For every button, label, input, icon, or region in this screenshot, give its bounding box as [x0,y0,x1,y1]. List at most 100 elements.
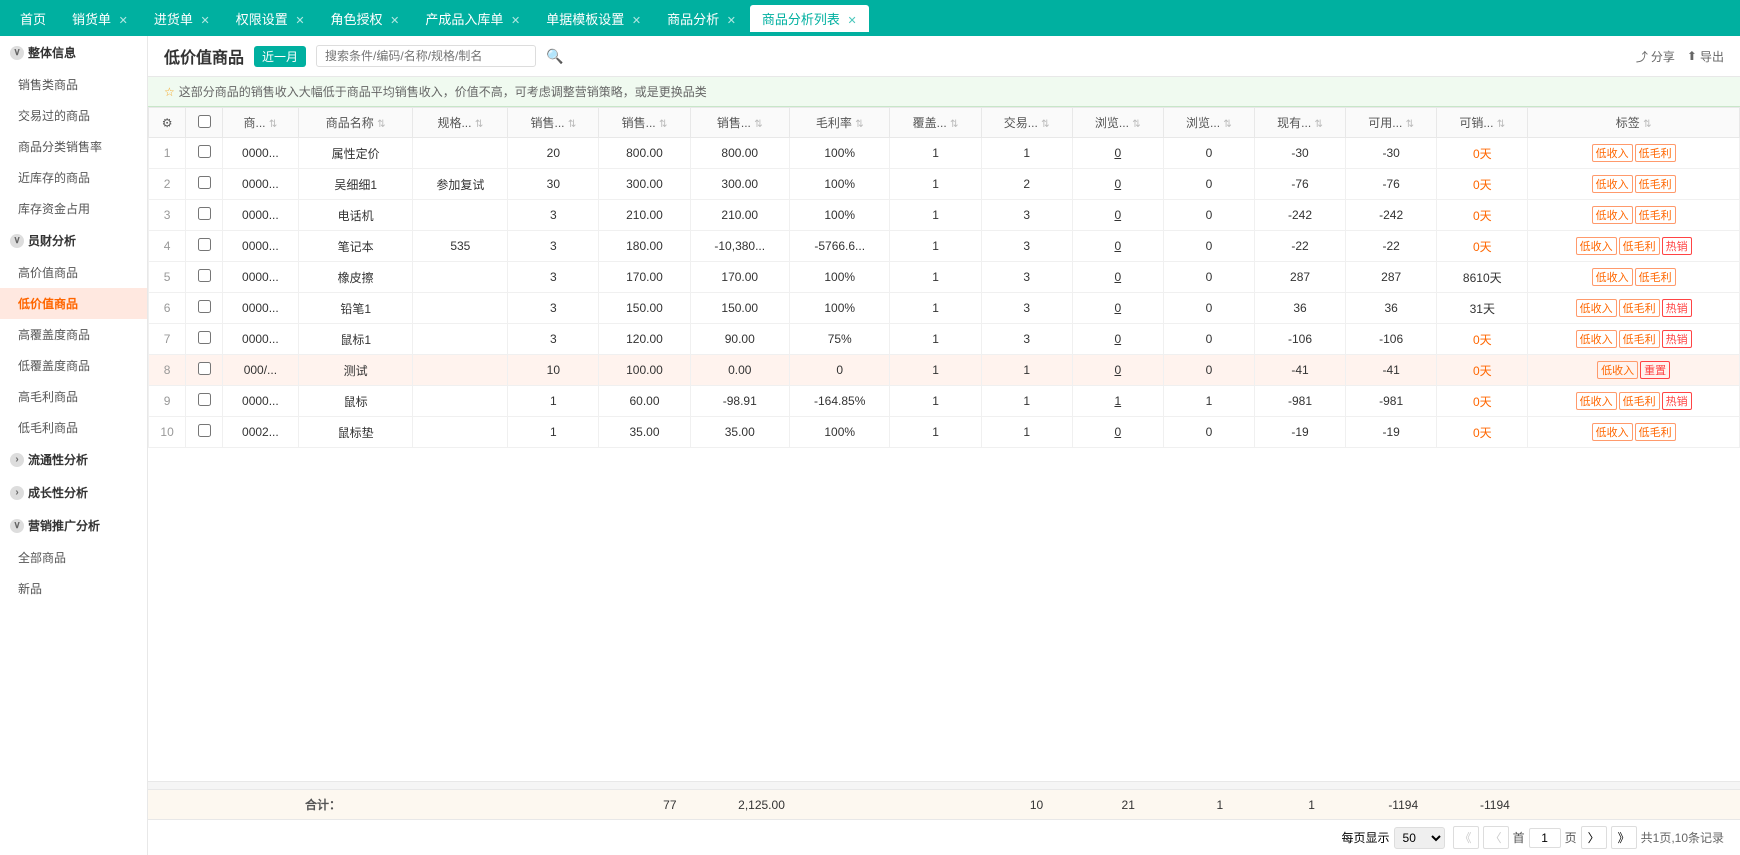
sidebar-item-high-coverage[interactable]: 高覆盖度商品 [0,319,147,350]
cell-browse1[interactable]: 0 [1072,262,1163,293]
col-browse2[interactable]: 浏览... ⇅ [1163,108,1254,138]
col-usable[interactable]: 可用... ⇅ [1346,108,1437,138]
row-checkbox[interactable] [198,362,211,375]
browse-link[interactable]: 0 [1114,332,1121,346]
nav-tab-sales[interactable]: 销货单 ✕ [60,5,140,32]
search-input[interactable] [316,45,536,67]
browse-link[interactable]: 0 [1114,239,1121,253]
sidebar-item-stock-funds[interactable]: 库存资金占用 [0,193,147,224]
sidebar-group-overview[interactable]: ∨ 整体信息 [0,36,147,69]
cell-checkbox[interactable] [186,200,223,231]
sidebar-item-high-margin[interactable]: 高毛利商品 [0,381,147,412]
browse-link[interactable]: 0 [1114,177,1121,191]
cell-checkbox[interactable] [186,231,223,262]
cell-browse1[interactable]: 0 [1072,138,1163,169]
last-page-button[interactable]: 》 [1611,826,1637,849]
close-icon[interactable]: ✕ [727,15,736,27]
row-checkbox[interactable] [198,393,211,406]
first-page-button[interactable]: 《 [1453,826,1479,849]
prev-page-button[interactable]: 〈 [1483,826,1509,849]
sidebar-item-low-coverage[interactable]: 低覆盖度商品 [0,350,147,381]
row-checkbox[interactable] [198,207,211,220]
export-button[interactable]: ⬆ 导出 [1687,48,1724,65]
cell-checkbox[interactable] [186,355,223,386]
sidebar-group-cwfx[interactable]: ∨ 员财分析 [0,224,147,257]
cell-checkbox[interactable] [186,169,223,200]
sidebar-item-sales-products[interactable]: 销售类商品 [0,69,147,100]
collapse-icon[interactable]: ∨ [10,519,24,533]
col-tags[interactable]: 标签 ⇅ [1528,108,1740,138]
sidebar-group-llxfx[interactable]: › 流通性分析 [0,443,147,476]
sidebar-item-all-products[interactable]: 全部商品 [0,542,147,573]
cell-browse1[interactable]: 0 [1072,417,1163,448]
col-settings[interactable]: ⚙ [149,108,186,138]
browse-link[interactable]: 0 [1114,425,1121,439]
nav-tab-role[interactable]: 角色授权 ✕ [319,5,412,32]
row-checkbox[interactable] [198,331,211,344]
row-checkbox[interactable] [198,145,211,158]
browse-link[interactable]: 1 [1114,394,1121,408]
cell-browse1[interactable]: 0 [1072,169,1163,200]
col-margin[interactable]: 毛利率 ⇅ [789,108,890,138]
nav-tab-permission[interactable]: 权限设置 ✕ [224,5,317,32]
cell-browse1[interactable]: 0 [1072,293,1163,324]
horizontal-scrollbar[interactable] [148,781,1740,789]
select-all-checkbox[interactable] [198,115,211,128]
nav-tab-analysis-list[interactable]: 商品分析列表 ✕ [750,5,869,32]
cell-checkbox[interactable] [186,262,223,293]
browse-link[interactable]: 0 [1114,270,1121,284]
close-icon[interactable]: ✕ [200,15,209,27]
col-spec[interactable]: 规格... ⇅ [413,108,508,138]
collapse-icon[interactable]: ∨ [10,234,24,248]
next-page-button[interactable]: 〉 [1581,826,1607,849]
per-page-select[interactable]: 50 100 200 [1394,827,1445,849]
browse-link[interactable]: 0 [1114,146,1121,160]
cell-browse1[interactable]: 0 [1072,355,1163,386]
row-checkbox[interactable] [198,424,211,437]
col-sale-amount[interactable]: 销售... ⇅ [690,108,789,138]
col-sellable[interactable]: 可销... ⇅ [1437,108,1528,138]
close-icon[interactable]: ✕ [848,15,857,27]
close-icon[interactable]: ✕ [632,15,641,27]
nav-tab-product-analysis[interactable]: 商品分析 ✕ [655,5,748,32]
search-icon[interactable]: 🔍 [546,48,563,65]
sidebar-item-traded-products[interactable]: 交易过的商品 [0,100,147,131]
nav-tab-home[interactable]: 首页 [8,5,58,32]
browse-link[interactable]: 0 [1114,363,1121,377]
sidebar-item-near-stockout[interactable]: 近库存的商品 [0,162,147,193]
cell-browse1[interactable]: 1 [1072,386,1163,417]
close-icon[interactable]: ✕ [511,15,520,27]
col-transaction[interactable]: 交易... ⇅ [981,108,1072,138]
col-checkbox[interactable] [186,108,223,138]
page-input[interactable] [1529,828,1561,848]
period-button[interactable]: 近一月 [254,46,306,67]
cell-checkbox[interactable] [186,324,223,355]
cell-checkbox[interactable] [186,138,223,169]
row-checkbox[interactable] [198,269,211,282]
col-browse1[interactable]: 浏览... ⇅ [1072,108,1163,138]
sidebar-item-low-margin[interactable]: 低毛利商品 [0,412,147,443]
nav-tab-template[interactable]: 单据模板设置 ✕ [534,5,653,32]
cell-browse1[interactable]: 0 [1072,324,1163,355]
col-sale-price[interactable]: 销售... ⇅ [599,108,690,138]
sidebar-item-low-value[interactable]: 低价值商品 [0,288,147,319]
nav-tab-product-stock[interactable]: 产成品入库单 ✕ [413,5,532,32]
cell-browse1[interactable]: 0 [1072,200,1163,231]
row-checkbox[interactable] [198,176,211,189]
close-icon[interactable]: ✕ [119,15,128,27]
row-checkbox[interactable] [198,238,211,251]
collapse-icon[interactable]: › [10,453,24,467]
sidebar-item-new-products[interactable]: 新品 [0,573,147,604]
table-container[interactable]: ⚙ 商... ⇅ 商品名称 ⇅ 规格... ⇅ 销售... ⇅ 销售... ⇅ … [148,107,1740,781]
col-sale-qty[interactable]: 销售... ⇅ [508,108,599,138]
cell-checkbox[interactable] [186,417,223,448]
col-code[interactable]: 商... ⇅ [222,108,298,138]
sidebar-group-czxfx[interactable]: › 成长性分析 [0,476,147,509]
row-checkbox[interactable] [198,300,211,313]
cell-checkbox[interactable] [186,386,223,417]
sidebar-item-category-sales[interactable]: 商品分类销售率 [0,131,147,162]
col-current-stock[interactable]: 现有... ⇅ [1254,108,1345,138]
browse-link[interactable]: 0 [1114,208,1121,222]
col-coverage[interactable]: 覆盖... ⇅ [890,108,981,138]
share-button[interactable]: ⤴ 分享 [1636,48,1675,65]
